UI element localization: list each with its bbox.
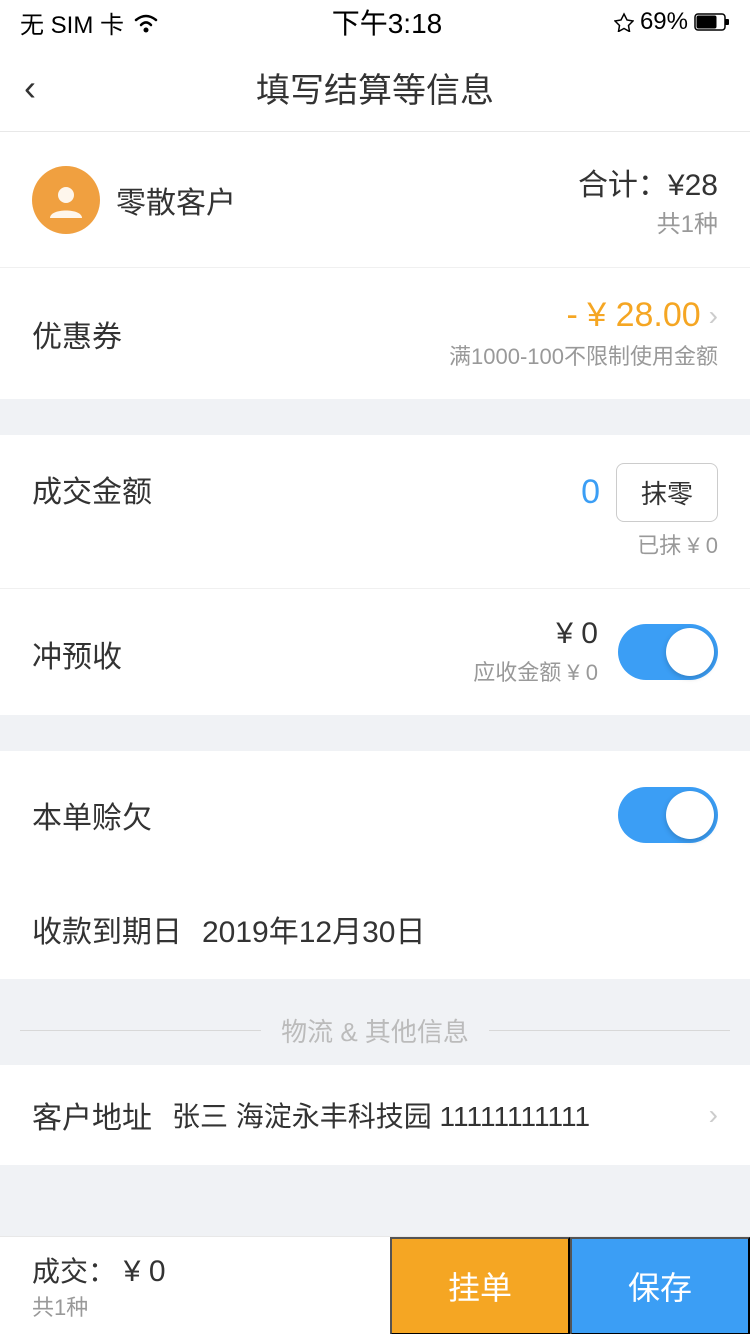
debt-toggle-knob (666, 791, 714, 839)
bottom-bar: 成交： ¥ 0 共1种 挂单 保存 (0, 1236, 750, 1334)
address-label: 客户地址 (32, 1093, 152, 1137)
status-right: 69% (614, 8, 730, 36)
address-row[interactable]: 客户地址 张三 海淀永丰科技园 11111111111 › (0, 1065, 750, 1165)
deal-amount-controls: 0 抹零 (540, 463, 718, 522)
address-value: 张三 海淀永丰科技园 11111111111 (172, 1095, 709, 1135)
location-icon (614, 12, 634, 32)
customer-info: 零散客户 (32, 166, 236, 234)
section-divider-1 (0, 415, 750, 435)
nav-bar: ‹ 填写结算等信息 (0, 44, 750, 132)
sim-status: 无 SIM 卡 (20, 5, 124, 40)
prepayment-row: 冲预收 ¥ 0 应收金额 ¥ 0 (0, 589, 750, 715)
prepayment-sub: 应收金额 ¥ 0 (473, 655, 598, 687)
customer-row: 零散客户 合计：¥28 共1种 (0, 132, 750, 267)
pending-button[interactable]: 挂单 (390, 1237, 570, 1334)
address-chevron-icon: › (709, 1099, 718, 1131)
coupon-top: - ¥ 28.00 › (566, 296, 718, 335)
status-time: 下午3:18 (332, 2, 443, 42)
coupon-row[interactable]: 优惠券 - ¥ 28.00 › 满1000-100不限制使用金额 (0, 267, 750, 399)
prepayment-label: 冲预收 (32, 628, 122, 676)
customer-total: 合计：¥28 共1种 (578, 160, 718, 239)
deal-amount-row: 成交金额 0 抹零 已抹 ¥ 0 (0, 435, 750, 589)
divider-line-left (20, 1030, 261, 1031)
total-count: 共1种 (578, 204, 718, 239)
save-button[interactable]: 保存 (570, 1237, 750, 1334)
coupon-right: - ¥ 28.00 › 满1000-100不限制使用金额 (449, 296, 718, 371)
duedate-row: 收款到期日 2019年12月30日 (0, 879, 750, 979)
deal-amount-sub: 已抹 ¥ 0 (540, 528, 718, 560)
bottom-count: 共1种 (32, 1290, 358, 1322)
deal-amount-label: 成交金额 (32, 463, 152, 511)
coupon-chevron-icon: › (709, 300, 718, 332)
coupon-label: 优惠券 (32, 312, 122, 356)
customer-name: 零散客户 (116, 178, 236, 222)
duedate-value: 2019年12月30日 (202, 907, 425, 951)
status-bar: 无 SIM 卡 下午3:18 69% (0, 0, 750, 44)
coupon-discount: - ¥ 28.00 (566, 296, 700, 335)
round-zero-button[interactable]: 抹零 (616, 463, 718, 522)
divider-line-right (489, 1030, 730, 1031)
toggle-knob (666, 628, 714, 676)
debt-label: 本单赊欠 (32, 793, 152, 837)
coupon-desc: 满1000-100不限制使用金额 (449, 339, 718, 371)
customer-avatar (32, 166, 100, 234)
prepayment-toggle[interactable] (618, 624, 718, 680)
page-title: 填写结算等信息 (256, 63, 494, 112)
transaction-section: 成交金额 0 抹零 已抹 ¥ 0 冲预收 ¥ 0 应收金额 ¥ 0 (0, 435, 750, 715)
back-button[interactable]: ‹ (24, 67, 36, 109)
section-divider-2 (0, 731, 750, 751)
user-icon (46, 180, 86, 220)
status-left: 无 SIM 卡 (20, 5, 160, 40)
debt-toggle[interactable] (618, 787, 718, 843)
deal-amount-input[interactable]: 0 (540, 473, 600, 512)
bottom-deal-line: 成交： ¥ 0 (32, 1250, 358, 1290)
wifi-icon (132, 11, 160, 33)
total-amount: 合计：¥28 (578, 160, 718, 204)
bottom-deal-amount: ¥ 0 (124, 1255, 166, 1288)
customer-section: 零散客户 合计：¥28 共1种 优惠券 - ¥ 28.00 › 满1000-10… (0, 132, 750, 399)
bottom-deal-label: 成交： (32, 1256, 116, 1287)
duedate-label: 收款到期日 (32, 907, 182, 951)
prepayment-amount: ¥ 0 (473, 617, 598, 651)
logistics-label: 物流 & 其他信息 (281, 1012, 469, 1049)
battery-icon (694, 12, 730, 32)
debt-section: 本单赊欠 收款到期日 2019年12月30日 (0, 751, 750, 979)
address-section: 客户地址 张三 海淀永丰科技园 11111111111 › (0, 1065, 750, 1165)
debt-row: 本单赊欠 (0, 751, 750, 879)
bottom-info: 成交： ¥ 0 共1种 (0, 1250, 390, 1322)
battery-percent: 69% (640, 8, 688, 36)
logistics-divider: 物流 & 其他信息 (0, 995, 750, 1065)
